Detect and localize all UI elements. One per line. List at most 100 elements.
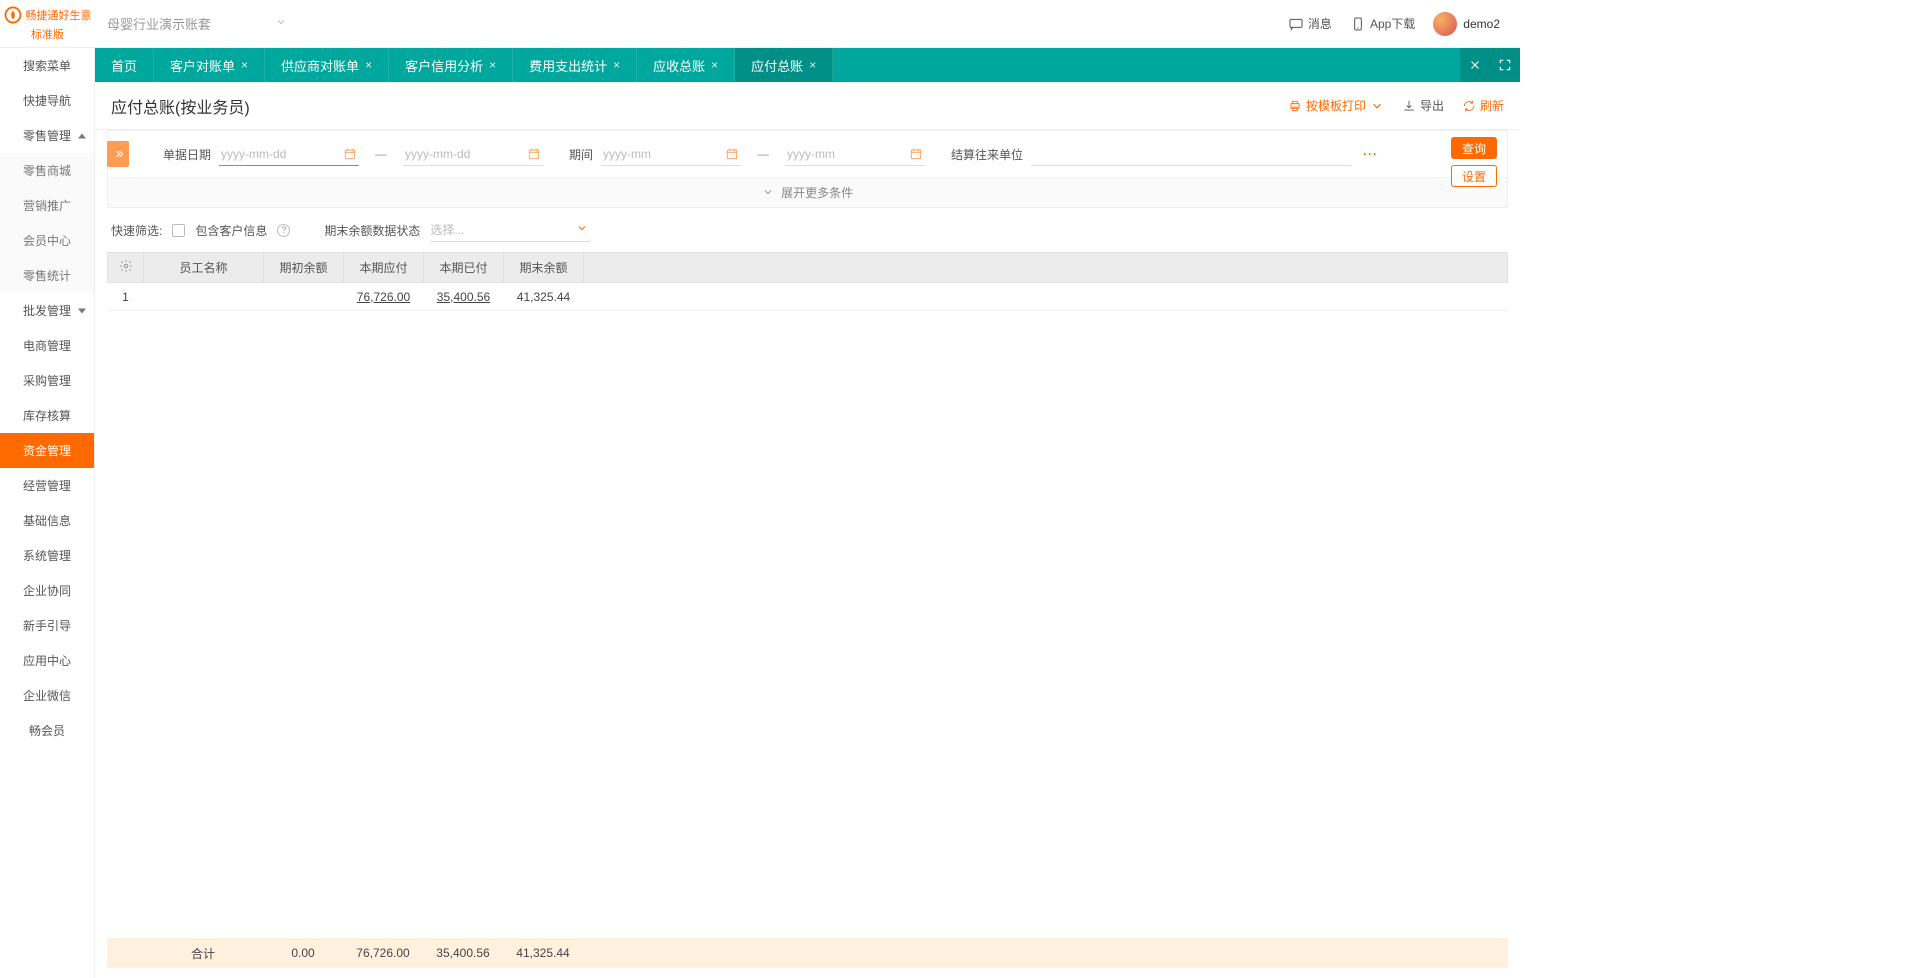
export-button[interactable]: 导出 <box>1402 97 1444 114</box>
filter-panel: 单据日期 — 期间 — <box>107 130 1508 208</box>
settle-unit-input[interactable] <box>1031 142 1351 166</box>
sidebar-retail-member[interactable]: 会员中心 <box>0 223 94 258</box>
totals-current-payable: 76,726.00 <box>343 946 423 960</box>
sidebar-guide[interactable]: 新手引导 <box>0 608 94 643</box>
filter-collapse-handle[interactable] <box>107 141 129 167</box>
doc-date-to-input[interactable] <box>403 142 543 166</box>
sidebar-inventory[interactable]: 库存核算 <box>0 398 94 433</box>
sidebar-search[interactable]: 搜索菜单 <box>0 48 94 83</box>
print-by-template-button[interactable]: 按模板打印 <box>1288 97 1384 114</box>
refresh-button[interactable]: 刷新 <box>1462 97 1504 114</box>
sidebar-basic[interactable]: 基础信息 <box>0 503 94 538</box>
sidebar-enterprise[interactable]: 企业协同 <box>0 573 94 608</box>
cell-current-paid[interactable]: 35,400.56 <box>424 283 504 311</box>
table-row[interactable]: 1 76,726.00 35,400.56 41,325.44 <box>108 283 1508 311</box>
sidebar-operation[interactable]: 经营管理 <box>0 468 94 503</box>
tab-credit-analysis[interactable]: 客户信用分析× <box>389 48 513 82</box>
balance-state-placeholder: 选择... <box>430 221 464 238</box>
sidebar-retail-mgmt[interactable]: 零售管理 <box>0 118 94 153</box>
tab-customer-statement[interactable]: 客户对账单 × <box>154 48 265 82</box>
logo-icon <box>4 6 22 24</box>
close-icon[interactable]: × <box>365 58 372 72</box>
tab-ar-ledger[interactable]: 应收总账 × <box>637 48 735 82</box>
sidebar-funds[interactable]: 资金管理 <box>0 433 94 468</box>
doc-date-from-input[interactable] <box>219 142 359 166</box>
chevron-down-icon <box>275 16 287 31</box>
tab-label: 费用支出统计 <box>529 56 607 75</box>
sidebar-appcenter[interactable]: 应用中心 <box>0 643 94 678</box>
col-current-paid[interactable]: 本期已付 <box>424 253 504 283</box>
col-open-balance[interactable]: 期初余额 <box>264 253 344 283</box>
help-icon[interactable]: ? <box>277 224 290 237</box>
sidebar-retail-marketing[interactable]: 营销推广 <box>0 188 94 223</box>
settings-button[interactable]: 设置 <box>1451 165 1497 187</box>
include-customer-checkbox[interactable] <box>172 224 185 237</box>
chevron-down-icon <box>1370 99 1384 113</box>
sidebar: 搜索菜单 快捷导航 零售管理 零售商城 营销推广 会员中心 零售统计 批发管理 … <box>0 48 95 978</box>
balance-state-select[interactable]: 选择... <box>430 218 590 242</box>
tab-ap-ledger[interactable]: 应付总账 × <box>735 48 833 82</box>
tabs-fullscreen[interactable] <box>1490 48 1520 82</box>
tab-expense-stats[interactable]: 费用支出统计 × <box>513 48 637 82</box>
sidebar-wecom[interactable]: 企业微信 <box>0 678 94 713</box>
close-icon[interactable]: × <box>711 58 718 72</box>
user-menu[interactable]: demo2 <box>1433 12 1500 36</box>
user-name: demo2 <box>1463 17 1500 31</box>
col-spacer <box>584 253 1508 283</box>
close-icon[interactable]: × <box>613 58 620 72</box>
cell-emp-name <box>144 283 264 311</box>
column-settings[interactable] <box>108 253 144 283</box>
close-icon[interactable]: × <box>809 58 816 72</box>
query-button[interactable]: 查询 <box>1451 137 1497 159</box>
sidebar-wholesale[interactable]: 批发管理 <box>0 293 94 328</box>
tab-vendor-statement[interactable]: 供应商对账单× <box>265 48 389 82</box>
table-container: 员工名称 期初余额 本期应付 本期已付 期末余额 1 <box>107 252 1508 938</box>
close-icon[interactable]: × <box>241 58 248 72</box>
col-close-balance[interactable]: 期末余额 <box>504 253 584 283</box>
cell-close-balance: 41,325.44 <box>504 283 584 311</box>
account-selector[interactable]: 母婴行业演示账套 <box>95 14 1288 33</box>
messages-link[interactable]: 消息 <box>1288 15 1332 32</box>
refresh-icon <box>1462 99 1476 113</box>
settle-unit-more[interactable]: ··· <box>1363 147 1378 161</box>
sidebar-retail-stats[interactable]: 零售统计 <box>0 258 94 293</box>
messages-label: 消息 <box>1308 15 1332 32</box>
top-header: 畅捷通好生意 标准版 母婴行业演示账套 消息 App下载 demo2 <box>0 0 1520 48</box>
tab-label: 应收总账 <box>653 56 705 75</box>
app-download-link[interactable]: App下载 <box>1350 15 1415 32</box>
sidebar-retail-mall[interactable]: 零售商城 <box>0 153 94 188</box>
col-emp-name[interactable]: 员工名称 <box>144 253 264 283</box>
close-icon[interactable]: × <box>489 58 496 72</box>
row-index: 1 <box>108 283 144 311</box>
chevron-down-icon <box>576 222 588 237</box>
range-dash: — <box>757 147 769 161</box>
expand-more-label: 展开更多条件 <box>781 186 853 200</box>
balance-state-label: 期末余额数据状态 <box>324 222 420 239</box>
settle-unit-label: 结算往来单位 <box>951 146 1023 163</box>
tab-label: 应付总账 <box>751 56 803 75</box>
cell-current-payable[interactable]: 76,726.00 <box>344 283 424 311</box>
col-current-payable[interactable]: 本期应付 <box>344 253 424 283</box>
period-to-input[interactable] <box>785 142 925 166</box>
sidebar-system[interactable]: 系统管理 <box>0 538 94 573</box>
sidebar-member2[interactable]: 畅会员 <box>0 713 94 748</box>
cell-current-payable-link[interactable]: 76,726.00 <box>357 290 410 304</box>
gear-icon <box>119 259 133 273</box>
totals-open-balance: 0.00 <box>263 946 343 960</box>
sidebar-quicknav[interactable]: 快捷导航 <box>0 83 94 118</box>
totals-close-balance: 41,325.44 <box>503 946 583 960</box>
period-label: 期间 <box>569 146 593 163</box>
mobile-icon <box>1350 16 1366 32</box>
sidebar-purchase[interactable]: 采购管理 <box>0 363 94 398</box>
sidebar-ecom[interactable]: 电商管理 <box>0 328 94 363</box>
cell-current-paid-link[interactable]: 35,400.56 <box>437 290 490 304</box>
tabs-bar: 首页 客户对账单× 供应商对账单× 客户信用分析× 费用支出统计× 应收总账× … <box>95 48 1520 82</box>
tabs-close-all[interactable] <box>1460 48 1490 82</box>
account-selector-value: 母婴行业演示账套 <box>107 14 211 33</box>
tab-label: 客户对账单 <box>170 56 235 75</box>
expand-more-filters[interactable]: 展开更多条件 <box>108 177 1507 207</box>
tab-home[interactable]: 首页 <box>95 48 154 82</box>
totals-current-paid: 35,400.56 <box>423 946 503 960</box>
logo[interactable]: 畅捷通好生意 标准版 <box>0 0 95 48</box>
period-from-input[interactable] <box>601 142 741 166</box>
